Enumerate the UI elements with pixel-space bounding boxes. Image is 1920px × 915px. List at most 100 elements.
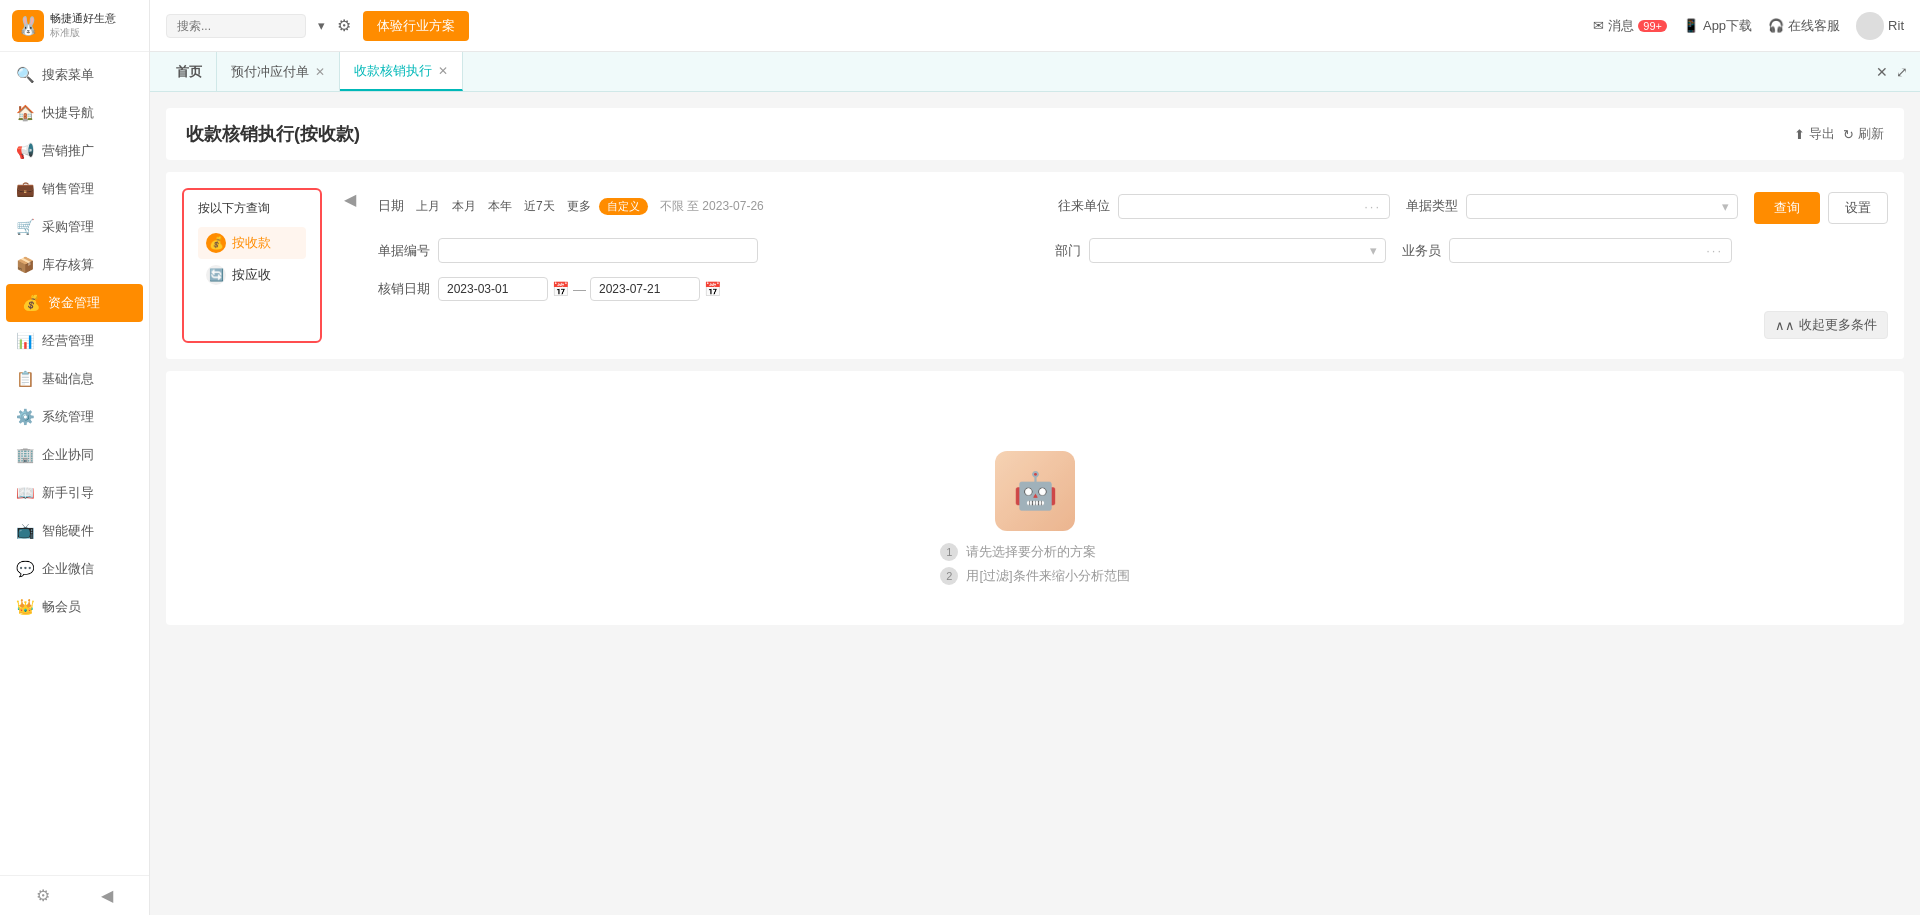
hint-num-1: 1 (940, 543, 958, 561)
query-button[interactable]: 查询 (1754, 192, 1820, 224)
inventory-icon: 📦 (16, 256, 34, 274)
basic-icon: 📋 (16, 370, 34, 388)
dept-dropdown[interactable]: ▾ (1089, 238, 1386, 263)
bill-type-arrow-icon: ▾ (1722, 199, 1729, 214)
header-dropdown-icon[interactable]: ▾ (318, 18, 325, 33)
bill-no-input[interactable] (438, 238, 758, 263)
bill-type-dropdown[interactable]: ▾ (1466, 194, 1738, 219)
counterparty-select-dots[interactable]: ··· (1364, 199, 1381, 214)
finance-icon: 💰 (22, 294, 40, 312)
writeoff-start-cal-icon[interactable]: 📅 (552, 281, 569, 297)
date-btn-this-year[interactable]: 本年 (484, 196, 516, 217)
collapse-filter-btn[interactable]: ◀ (338, 188, 362, 343)
export-btn[interactable]: ⬆ 导出 (1794, 125, 1835, 143)
top-header: ▾ ⚙ 体验行业方案 ✉ 消息 99+ 📱 App下载 🎧 在线客服 Rit (150, 0, 1920, 52)
tab-close-prepay[interactable]: ✕ (315, 65, 325, 79)
tab-close-all-icon[interactable]: ✕ (1876, 64, 1888, 80)
page-content: 收款核销执行(按收款) ⬆ 导出 ↻ 刷新 按以下方查询 💰 (150, 92, 1920, 915)
sidebar-item-quicknav[interactable]: 🏠 快捷导航 (0, 94, 149, 132)
filter-right-fields: 日期 上月 本月 本年 近7天 更多 自定义 不限 至 2023-07-26 (378, 188, 1888, 343)
writeoff-end-cal-icon[interactable]: 📅 (704, 281, 721, 297)
date-custom-badge[interactable]: 自定义 (599, 198, 648, 215)
home-icon: 🏠 (16, 104, 34, 122)
sidebar-item-sales[interactable]: 💼 销售管理 (0, 170, 149, 208)
sidebar-nav: 🔍 搜索菜单 🏠 快捷导航 📢 营销推广 💼 销售管理 🛒 采购管理 📦 库存核… (0, 52, 149, 875)
search-icon: 🔍 (16, 66, 34, 84)
sidebar-item-hardware[interactable]: 📺 智能硬件 (0, 512, 149, 550)
empty-state: 🤖 1 请先选择要分析的方案 2 用[过滤]条件来缩小分析范围 (166, 371, 1904, 625)
setting-button[interactable]: 设置 (1828, 192, 1888, 224)
system-icon: ⚙️ (16, 408, 34, 426)
app-download-action[interactable]: 📱 App下载 (1683, 17, 1752, 35)
industry-btn[interactable]: 体验行业方案 (363, 11, 469, 41)
date-label: 日期 (378, 197, 404, 215)
operation-icon: 📊 (16, 332, 34, 350)
message-action[interactable]: ✉ 消息 99+ (1593, 17, 1667, 35)
date-btn-last-month[interactable]: 上月 (412, 196, 444, 217)
filter-row-1: 日期 上月 本月 本年 近7天 更多 自定义 不限 至 2023-07-26 (378, 188, 1888, 224)
chevron-up-icon: ∧∧ (1775, 318, 1795, 333)
receipt-option-icon: 💰 (206, 233, 226, 253)
sidebar-item-basic[interactable]: 📋 基础信息 (0, 360, 149, 398)
date-shortcuts: 上月 本月 本年 近7天 更多 自定义 (412, 196, 648, 217)
date-btn-more[interactable]: 更多 (563, 196, 595, 217)
online-service-action[interactable]: 🎧 在线客服 (1768, 17, 1840, 35)
member-icon: 👑 (16, 598, 34, 616)
user-name-label: Rit (1888, 18, 1904, 33)
page-title: 收款核销执行(按收款) (186, 122, 360, 146)
tab-close-receipt-writeoff[interactable]: ✕ (438, 64, 448, 78)
counterparty-label: 往来单位 (1058, 197, 1110, 215)
sidebar-item-wechat[interactable]: 💬 企业微信 (0, 550, 149, 588)
sidebar-item-enterprise[interactable]: 🏢 企业协同 (0, 436, 149, 474)
sidebar-item-system[interactable]: ⚙️ 系统管理 (0, 398, 149, 436)
filter-left-panel: 按以下方查询 💰 按收款 🔄 按应收 (182, 188, 322, 343)
empty-robot-img: 🤖 (995, 451, 1075, 531)
salesperson-field[interactable]: ··· (1449, 238, 1733, 263)
tab-maximize-icon[interactable]: ⤢ (1896, 64, 1908, 80)
collapse-sidebar-btn[interactable]: ◀ (101, 886, 113, 905)
tab-prepay[interactable]: 预付冲应付单 ✕ (217, 52, 340, 91)
counterparty-select[interactable]: ··· (1118, 194, 1390, 219)
filter-container: 按以下方查询 💰 按收款 🔄 按应收 ◀ (166, 172, 1904, 359)
bill-type-label: 单据类型 (1406, 197, 1458, 215)
more-conditions-btn[interactable]: ∧∧ 收起更多条件 (1764, 311, 1888, 339)
sidebar-bottom: ⚙ ◀ (0, 875, 149, 915)
gear-icon[interactable]: ⚙ (337, 16, 351, 35)
tab-receipt-writeoff[interactable]: 收款核销执行 ✕ (340, 52, 463, 91)
writeoff-date-range: 📅 — 📅 (438, 277, 721, 301)
date-btn-7days[interactable]: 近7天 (520, 196, 559, 217)
writeoff-date-end-input[interactable] (590, 277, 700, 301)
logo-sub: 标准版 (50, 26, 116, 40)
filter-option-receivable[interactable]: 🔄 按应收 (198, 259, 306, 291)
user-name-area[interactable]: Rit (1856, 12, 1904, 40)
sidebar-item-operation[interactable]: 📊 经营管理 (0, 322, 149, 360)
header-search-input[interactable] (166, 14, 306, 38)
tab-bar: 首页 预付冲应付单 ✕ 收款核销执行 ✕ ✕ ⤢ (150, 52, 1920, 92)
service-icon: 🎧 (1768, 18, 1784, 33)
sidebar-item-marketing[interactable]: 📢 营销推广 (0, 132, 149, 170)
logo-name: 畅捷通好生意 (50, 11, 116, 25)
filter-actions: 查询 设置 (1754, 188, 1888, 224)
sidebar-item-member[interactable]: 👑 畅会员 (0, 588, 149, 626)
guide-icon: 📖 (16, 484, 34, 502)
page-title-bar: 收款核销执行(按收款) ⬆ 导出 ↻ 刷新 (166, 108, 1904, 160)
empty-hint-1: 1 请先选择要分析的方案 (940, 543, 1129, 561)
sidebar-item-guide[interactable]: 📖 新手引导 (0, 474, 149, 512)
filter-option-receipt[interactable]: 💰 按收款 (198, 227, 306, 259)
settings-bottom-icon[interactable]: ⚙ (36, 886, 50, 905)
hint-num-2: 2 (940, 567, 958, 585)
date-unlimited-text: 不限 至 2023-07-26 (660, 198, 764, 215)
receivable-option-icon: 🔄 (206, 265, 226, 285)
filter-row-2: 单据编号 部门 ▾ 业务员 (378, 238, 1888, 263)
sidebar-item-finance[interactable]: 💰 资金管理 (6, 284, 143, 322)
message-badge: 99+ (1638, 20, 1667, 32)
tab-home[interactable]: 首页 (162, 52, 217, 91)
sidebar-item-inventory[interactable]: 📦 库存核算 (0, 246, 149, 284)
refresh-btn[interactable]: ↻ 刷新 (1843, 125, 1884, 143)
writeoff-date-start-input[interactable] (438, 277, 548, 301)
sidebar-item-search[interactable]: 🔍 搜索菜单 (0, 56, 149, 94)
date-btn-this-month[interactable]: 本月 (448, 196, 480, 217)
avatar (1856, 12, 1884, 40)
sidebar-item-purchase[interactable]: 🛒 采购管理 (0, 208, 149, 246)
main-area: ▾ ⚙ 体验行业方案 ✉ 消息 99+ 📱 App下载 🎧 在线客服 Rit (150, 0, 1920, 915)
